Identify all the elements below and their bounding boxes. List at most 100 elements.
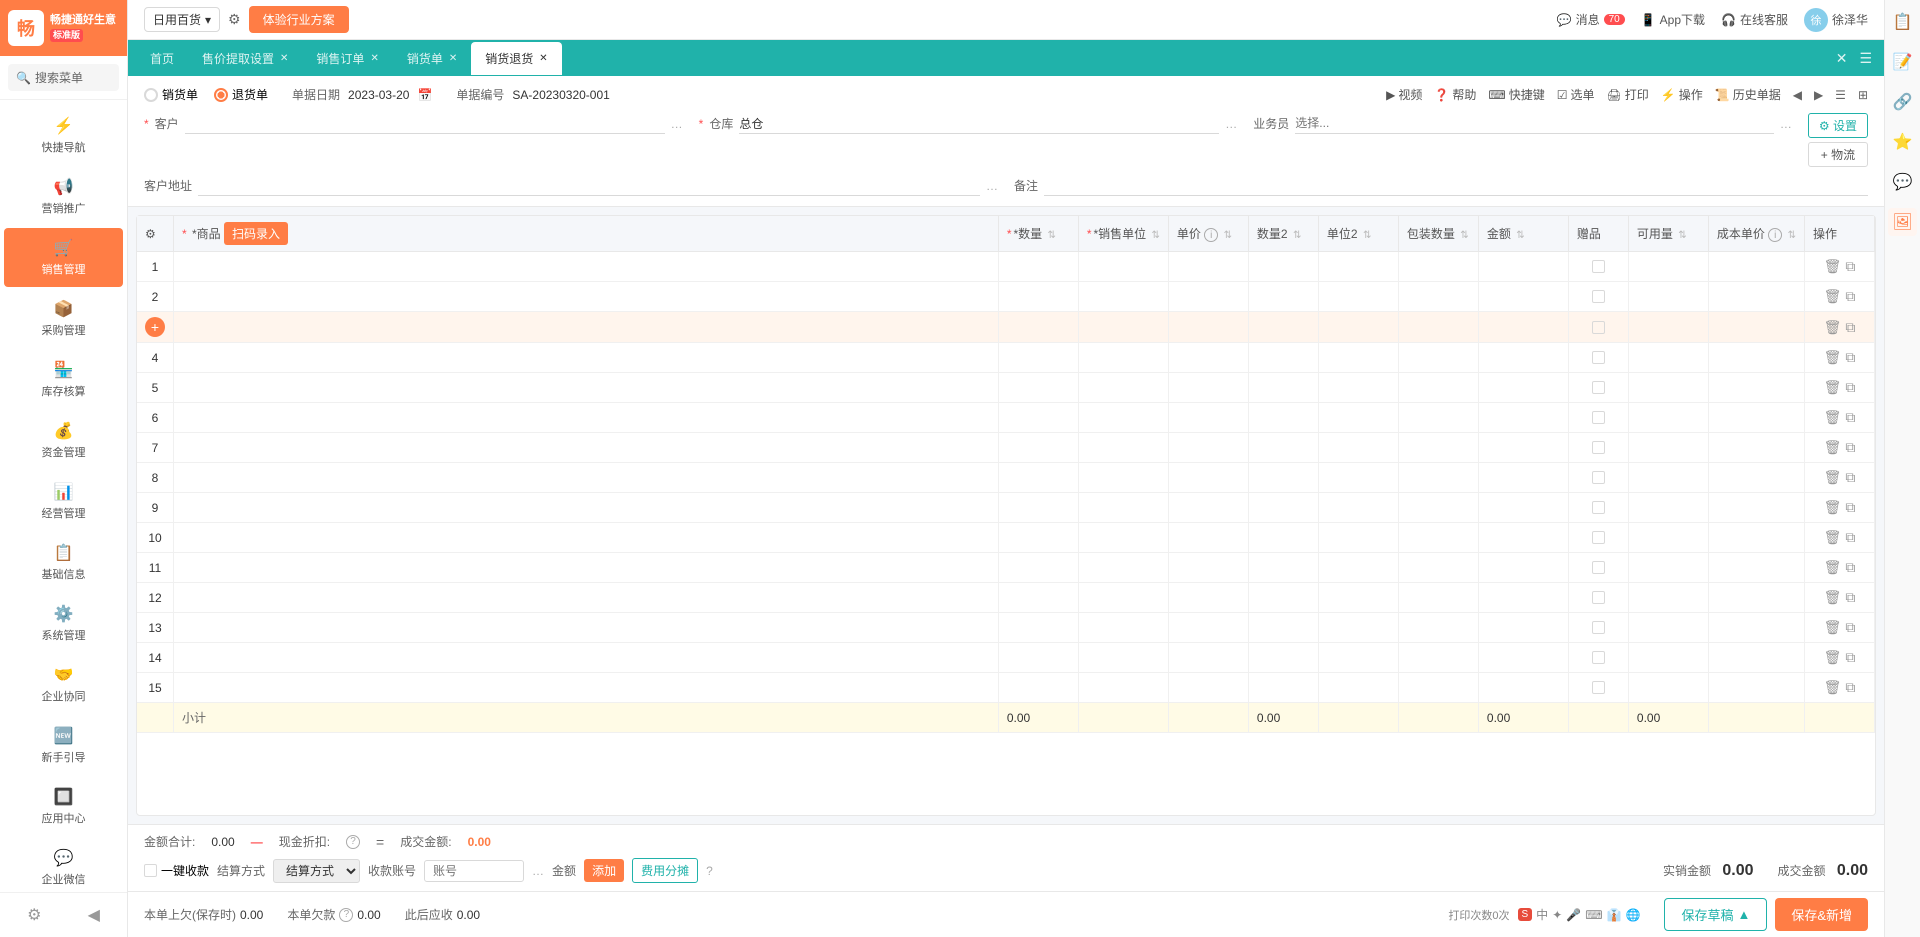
gift-checkbox-1[interactable] bbox=[1592, 260, 1605, 273]
warehouse-input[interactable] bbox=[739, 113, 1219, 134]
copy-row-10[interactable]: ⧉ bbox=[1845, 529, 1855, 546]
toolbar-help[interactable]: ❓ 帮助 bbox=[1434, 86, 1476, 103]
salesperson-input[interactable] bbox=[1295, 113, 1774, 134]
copy-row-15[interactable]: ⧉ bbox=[1845, 679, 1855, 696]
rs-icon-1[interactable]: 📋 bbox=[1889, 8, 1917, 36]
sidebar-item-system[interactable]: ⚙️ 系统管理 bbox=[4, 594, 123, 653]
scan-barcode-btn[interactable]: 扫码录入 bbox=[224, 222, 288, 245]
account-select-btn[interactable]: … bbox=[532, 864, 544, 878]
delete-row-9[interactable]: 🗑 bbox=[1824, 499, 1842, 516]
copy-row-7[interactable]: ⧉ bbox=[1845, 439, 1855, 456]
sidebar-item-basic[interactable]: 📋 基础信息 bbox=[4, 533, 123, 592]
tab-sales-return[interactable]: 销货退货 ✕ bbox=[471, 42, 561, 75]
radio-sales[interactable]: 销货单 bbox=[144, 86, 198, 103]
app-download-item[interactable]: 📱 App下载 bbox=[1641, 11, 1705, 28]
delete-row-13[interactable]: 🗑 bbox=[1824, 619, 1842, 636]
copy-row-8[interactable]: ⧉ bbox=[1845, 469, 1855, 486]
customer-input[interactable] bbox=[185, 113, 665, 134]
rs-icon-2[interactable]: 📝 bbox=[1889, 48, 1917, 76]
date-picker-icon[interactable]: 📅 bbox=[417, 88, 432, 102]
copy-row-5[interactable]: ⧉ bbox=[1845, 379, 1855, 396]
sidebar-item-purchase[interactable]: 📦 采购管理 bbox=[4, 289, 123, 348]
gift-checkbox-12[interactable] bbox=[1592, 591, 1605, 604]
tab-close-return[interactable]: ✕ bbox=[539, 53, 547, 64]
discount-info-icon[interactable]: ? bbox=[346, 835, 360, 849]
logistics-action-btn[interactable]: + 物流 bbox=[1808, 142, 1868, 167]
gift-checkbox-9[interactable] bbox=[1592, 501, 1605, 514]
salesperson-select-btn[interactable]: … bbox=[1780, 117, 1792, 131]
calc-method-select[interactable]: 结算方式 bbox=[273, 859, 360, 883]
sidebar-item-shortcuts[interactable]: ⚡ 快捷导航 bbox=[4, 106, 123, 165]
debt-info-icon[interactable]: ? bbox=[339, 908, 353, 922]
copy-row-1[interactable]: ⧉ bbox=[1845, 258, 1855, 275]
save-new-btn[interactable]: 保存&新增 bbox=[1775, 898, 1868, 931]
sidebar-item-inventory[interactable]: 🏪 库存核算 bbox=[4, 350, 123, 409]
gift-checkbox-11[interactable] bbox=[1592, 561, 1605, 574]
topbar-gear-icon[interactable]: ⚙ bbox=[228, 11, 241, 28]
rs-icon-3[interactable]: 🔗 bbox=[1889, 88, 1917, 116]
delete-row-12[interactable]: 🗑 bbox=[1824, 589, 1842, 606]
gift-checkbox-5[interactable] bbox=[1592, 381, 1605, 394]
gift-checkbox-6[interactable] bbox=[1592, 411, 1605, 424]
sidebar-item-marketing[interactable]: 📢 营销推广 bbox=[4, 167, 123, 226]
tab-sales-delivery[interactable]: 销货单 ✕ bbox=[393, 42, 471, 75]
list-view-icon[interactable]: ☰ bbox=[1835, 88, 1846, 102]
add-payment-btn[interactable]: 添加 bbox=[584, 859, 624, 882]
copy-row-11[interactable]: ⧉ bbox=[1845, 559, 1855, 576]
fee-allocation-btn[interactable]: 费用分摊 bbox=[632, 858, 698, 883]
tab-close-price[interactable]: ✕ bbox=[280, 53, 288, 64]
tab-menu-icon[interactable]: ☰ bbox=[1855, 48, 1876, 69]
delete-row-8[interactable]: 🗑 bbox=[1824, 469, 1842, 486]
toolbar-shortcut[interactable]: ⌨ 快捷键 bbox=[1488, 86, 1544, 103]
copy-row-3[interactable]: ⧉ bbox=[1845, 319, 1855, 336]
save-draft-btn[interactable]: 保存草稿 ▲ bbox=[1664, 898, 1767, 931]
gift-checkbox-8[interactable] bbox=[1592, 471, 1605, 484]
sidebar-item-wechat[interactable]: 💬 企业微信 bbox=[4, 838, 123, 892]
copy-row-2[interactable]: ⧉ bbox=[1845, 288, 1855, 305]
user-profile[interactable]: 徐 徐泽华 bbox=[1804, 8, 1868, 32]
gift-checkbox-13[interactable] bbox=[1592, 621, 1605, 634]
table-settings-icon[interactable]: ⚙ bbox=[145, 227, 156, 241]
product-input-3[interactable] bbox=[182, 320, 990, 335]
delete-row-2[interactable]: 🗑 bbox=[1824, 288, 1842, 305]
close-tab-icon[interactable]: ✕ bbox=[1832, 48, 1852, 69]
delete-row-14[interactable]: 🗑 bbox=[1824, 649, 1842, 666]
message-item[interactable]: 💬 消息 70 bbox=[1557, 11, 1625, 28]
experience-btn[interactable]: 体验行业方案 bbox=[249, 6, 349, 33]
toolbar-print[interactable]: 🖨 打印 bbox=[1607, 86, 1649, 103]
radio-return[interactable]: 退货单 bbox=[214, 86, 268, 103]
warehouse-select-btn[interactable]: … bbox=[1225, 117, 1237, 131]
cost-info-icon[interactable]: i bbox=[1768, 228, 1782, 242]
gift-checkbox-14[interactable] bbox=[1592, 651, 1605, 664]
nav-prev-icon[interactable]: ◀ bbox=[1793, 88, 1802, 102]
sidebar-item-finance[interactable]: 💰 资金管理 bbox=[4, 411, 123, 470]
search-menu-button[interactable]: 🔍 搜索菜单 bbox=[8, 64, 119, 91]
tab-close-order[interactable]: ✕ bbox=[370, 53, 378, 64]
copy-row-13[interactable]: ⧉ bbox=[1845, 619, 1855, 636]
address-select-btn[interactable]: … bbox=[986, 179, 998, 193]
nav-next-icon[interactable]: ▶ bbox=[1814, 88, 1823, 102]
delete-row-10[interactable]: 🗑 bbox=[1824, 529, 1842, 546]
sidebar-item-newguide[interactable]: 🆕 新手引导 bbox=[4, 716, 123, 775]
delete-row-11[interactable]: 🗑 bbox=[1824, 559, 1842, 576]
gift-checkbox-4[interactable] bbox=[1592, 351, 1605, 364]
remark-input[interactable] bbox=[1044, 175, 1868, 196]
online-service-item[interactable]: 🎧 在线客服 bbox=[1721, 11, 1788, 28]
gift-checkbox-7[interactable] bbox=[1592, 441, 1605, 454]
account-input[interactable] bbox=[424, 860, 524, 882]
copy-row-6[interactable]: ⧉ bbox=[1845, 409, 1855, 426]
rs-icon-5[interactable]: 💬 bbox=[1889, 168, 1917, 196]
tab-home[interactable]: 首页 bbox=[136, 42, 188, 75]
delete-row-3[interactable]: 🗑 bbox=[1824, 319, 1842, 336]
address-input[interactable] bbox=[198, 175, 980, 196]
copy-row-4[interactable]: ⧉ bbox=[1845, 349, 1855, 366]
gift-checkbox-2[interactable] bbox=[1592, 290, 1605, 303]
toolbar-history[interactable]: 📜 历史单据 bbox=[1715, 86, 1781, 103]
one-click-payment-checkbox[interactable]: 一键收款 bbox=[144, 862, 209, 879]
settings-bottom-icon[interactable]: ⚙ bbox=[23, 901, 45, 929]
fee-help-icon[interactable]: ? bbox=[706, 864, 713, 878]
delete-row-15[interactable]: 🗑 bbox=[1824, 679, 1842, 696]
settings-action-btn[interactable]: ⚙ 设置 bbox=[1808, 113, 1868, 138]
toolbar-operate[interactable]: ⚡ 操作 bbox=[1661, 86, 1703, 103]
sidebar-item-operations[interactable]: 📊 经营管理 bbox=[4, 472, 123, 531]
